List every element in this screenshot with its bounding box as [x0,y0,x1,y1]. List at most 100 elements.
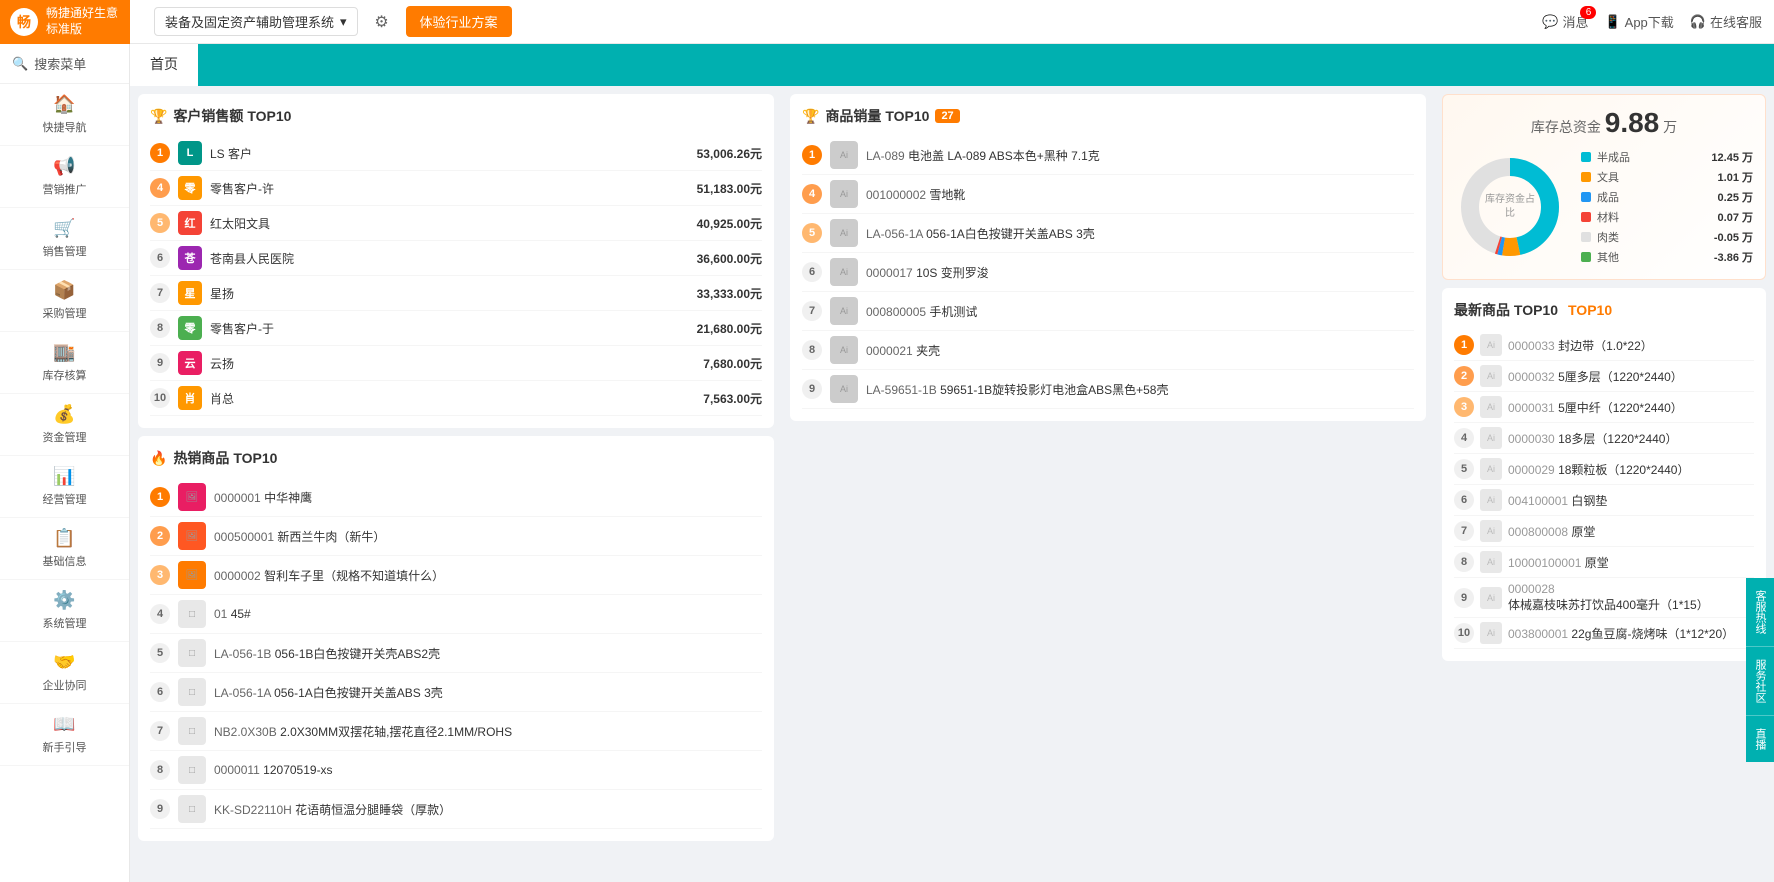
rank-number: 9 [150,353,170,373]
message-button[interactable]: 💬 消息 6 [1542,12,1588,31]
sidebar-item-operations[interactable]: 📊 经营管理 [0,456,129,518]
product-info: 003800001 22g鱼豆腐-烧烤味（1*12*20） [1508,625,1754,642]
customer-avatar: L [178,141,202,165]
sidebar-item-sales[interactable]: 🛒 销售管理 [0,208,129,270]
legend-item: 其他 -3.86 万 [1581,247,1753,267]
gear-button[interactable]: ⚙ [368,8,396,36]
newest-product-item: 4 Ai 0000030 18多层（1220*2440） [1454,423,1754,454]
rank-number: 9 [1454,588,1474,608]
rank-number: 2 [1454,366,1474,386]
customer-rank-list: 1 L LS 客户 53,006.26元 4 零 零售客户-许 51,183.0… [150,136,762,416]
customer-top10-card: 🏆 客户销售额 TOP10 1 L LS 客户 53,006.26元 4 零 [138,94,774,428]
sidebar-item-enterprise[interactable]: 🤝 企业协同 [0,642,129,704]
product-thumb: □ [178,600,206,628]
customer-service-button[interactable]: 客服热线 [1746,578,1774,647]
rank-number: 4 [802,184,822,204]
rank-number-3: 5 [150,213,170,233]
product-thumb: Ai [830,219,858,247]
legend-dot [1581,192,1591,202]
product-info: 0000028 体械嘉枝味苏打饮品400毫升（1*15） [1508,582,1754,613]
rank-number: 6 [150,682,170,702]
system-selector[interactable]: 装备及固定资产辅助管理系统 ▾ [154,7,358,36]
legend-dot [1581,252,1591,262]
sidebar-item-inventory[interactable]: 🏬 库存核算 [0,332,129,394]
customer-avatar: 云 [178,351,202,375]
rank-number: 8 [150,318,170,338]
product-item: 3 🖼 0000002 智利车子里（规格不知道填什么） [150,556,762,595]
app-download-button[interactable]: 📱 App下载 [1604,12,1673,31]
rank-number: 1 [1454,335,1474,355]
sidebar-item-basic-info[interactable]: 📋 基础信息 [0,518,129,580]
customer-avatar: 零 [178,176,202,200]
product-thumb: Ai [830,375,858,403]
product-item: 8 Ai 0000021 夹壳 [802,331,1414,370]
rank-item: 5 红 红太阳文具 40,925.00元 [150,206,762,241]
rank-number: 7 [150,721,170,741]
rank-item: 1 L LS 客户 53,006.26元 [150,136,762,171]
newest-product-item: 3 Ai 0000031 5厘中纤（1220*2440） [1454,392,1754,423]
sidebar-item-finance[interactable]: 💰 资金管理 [0,394,129,456]
mobile-icon: 📱 [1604,14,1620,30]
product-info: 0000031 5厘中纤（1220*2440） [1508,399,1754,416]
product-item: 7 Ai 000800005 手机测试 [802,292,1414,331]
product-thumb: Ai [830,336,858,364]
logo-area: 畅 畅捷通好生意 标准版 [0,0,130,44]
product-volume-list: 1 Ai LA-089 电池盖 LA-089 ABS本色+黑种 7.1克 4 A… [802,136,1414,409]
inventory-donut-chart: 库存资金占比 [1455,152,1565,262]
rank-item: 4 零 零售客户-许 51,183.00元 [150,171,762,206]
sidebar: 🔍 搜索菜单 🏠 快捷导航 📢 营销推广 🛒 销售管理 📦 采购管理 🏬 库存核… [0,44,130,882]
logo-text: 畅捷通好生意 标准版 [46,6,118,37]
product-info: 0000001 中华神鹰 [214,489,762,506]
product-info: 000800008 原堂 [1508,523,1754,540]
product-volume-card: 🏆 商品销量 TOP10 27 1 Ai LA-089 电池盖 LA-089 A… [790,94,1426,421]
search-menu-item[interactable]: 🔍 搜索菜单 [0,44,129,84]
product-item: 5 Ai LA-056-1A 056-1A白色按键开关盖ABS 3壳 [802,214,1414,253]
newest-products-title: 最新商品 TOP10 TOP10 [1454,300,1754,320]
sidebar-item-guide[interactable]: 📖 新手引导 [0,704,129,766]
product-item: 5 □ LA-056-1B 056-1B白色按键开关壳ABS2壳 [150,634,762,673]
rank-number-2: 4 [150,178,170,198]
product-info: 0000030 18多层（1220*2440） [1508,430,1754,447]
product-thumb: Ai [1480,489,1502,511]
product-item: 1 Ai LA-089 电池盖 LA-089 ABS本色+黑种 7.1克 [802,136,1414,175]
tab-home[interactable]: 首页 [130,44,198,86]
product-thumb: Ai [1480,396,1502,418]
marketing-icon: 📢 [53,156,75,177]
rank-number: 6 [150,248,170,268]
inventory-chart-area: 库存资金占比 半成品 12.45 万 文具 [1455,147,1753,267]
product-thumb: □ [178,678,206,706]
product-thumb: Ai [830,297,858,325]
legend-item: 肉类 -0.05 万 [1581,227,1753,247]
live-stream-button[interactable]: 直播 [1746,716,1774,762]
inventory-card: 库存总资金 9.88 万 [1442,94,1766,280]
customer-avatar: 肖 [178,386,202,410]
product-item: 9 Ai LA-59651-1B 59651-1B旋转投影灯电池盒ABS黑色+5… [802,370,1414,409]
online-service-button[interactable]: 🎧 在线客服 [1690,12,1762,31]
sidebar-item-system[interactable]: ⚙️ 系统管理 [0,580,129,642]
rank-number: 3 [150,565,170,585]
sidebar-item-home[interactable]: 🏠 快捷导航 [0,84,129,146]
newest-top10-label: TOP10 [1568,302,1612,318]
message-badge: 6 [1580,6,1596,19]
newest-products-card: 最新商品 TOP10 TOP10 1 Ai 0000033 封边带（1.0*22… [1442,288,1766,661]
product-info: LA-59651-1B 59651-1B旋转投影灯电池盒ABS黑色+58壳 [866,381,1414,398]
product-thumb: □ [178,756,206,784]
sidebar-item-purchase[interactable]: 📦 采购管理 [0,270,129,332]
trial-button[interactable]: 体验行业方案 [406,6,512,37]
service-community-button[interactable]: 服务社区 [1746,647,1774,716]
sidebar-item-marketing[interactable]: 📢 营销推广 [0,146,129,208]
content-area: 首页 🏆 客户销售额 TOP10 1 L LS 客户 [130,44,1774,882]
chevron-down-icon: ▾ [340,14,347,30]
headset-icon: 🎧 [1690,14,1706,30]
rank-number: 6 [1454,490,1474,510]
product-thumb: 🖼 [178,522,206,550]
customer-avatar: 零 [178,316,202,340]
content-header: 首页 [130,44,1774,86]
inventory-legend: 半成品 12.45 万 文具 1.01 万 成品 0 [1581,147,1753,267]
donut-center-label: 库存资金占比 [1483,193,1538,221]
rank-item: 6 苍 苍南县人民医院 36,600.00元 [150,241,762,276]
inventory-total-label: 库存总资金 9.88 万 [1455,107,1753,139]
newest-product-item: 6 Ai 004100001 白钢垫 [1454,485,1754,516]
fire-icon: 🔥 [150,450,167,467]
product-thumb: Ai [1480,458,1502,480]
